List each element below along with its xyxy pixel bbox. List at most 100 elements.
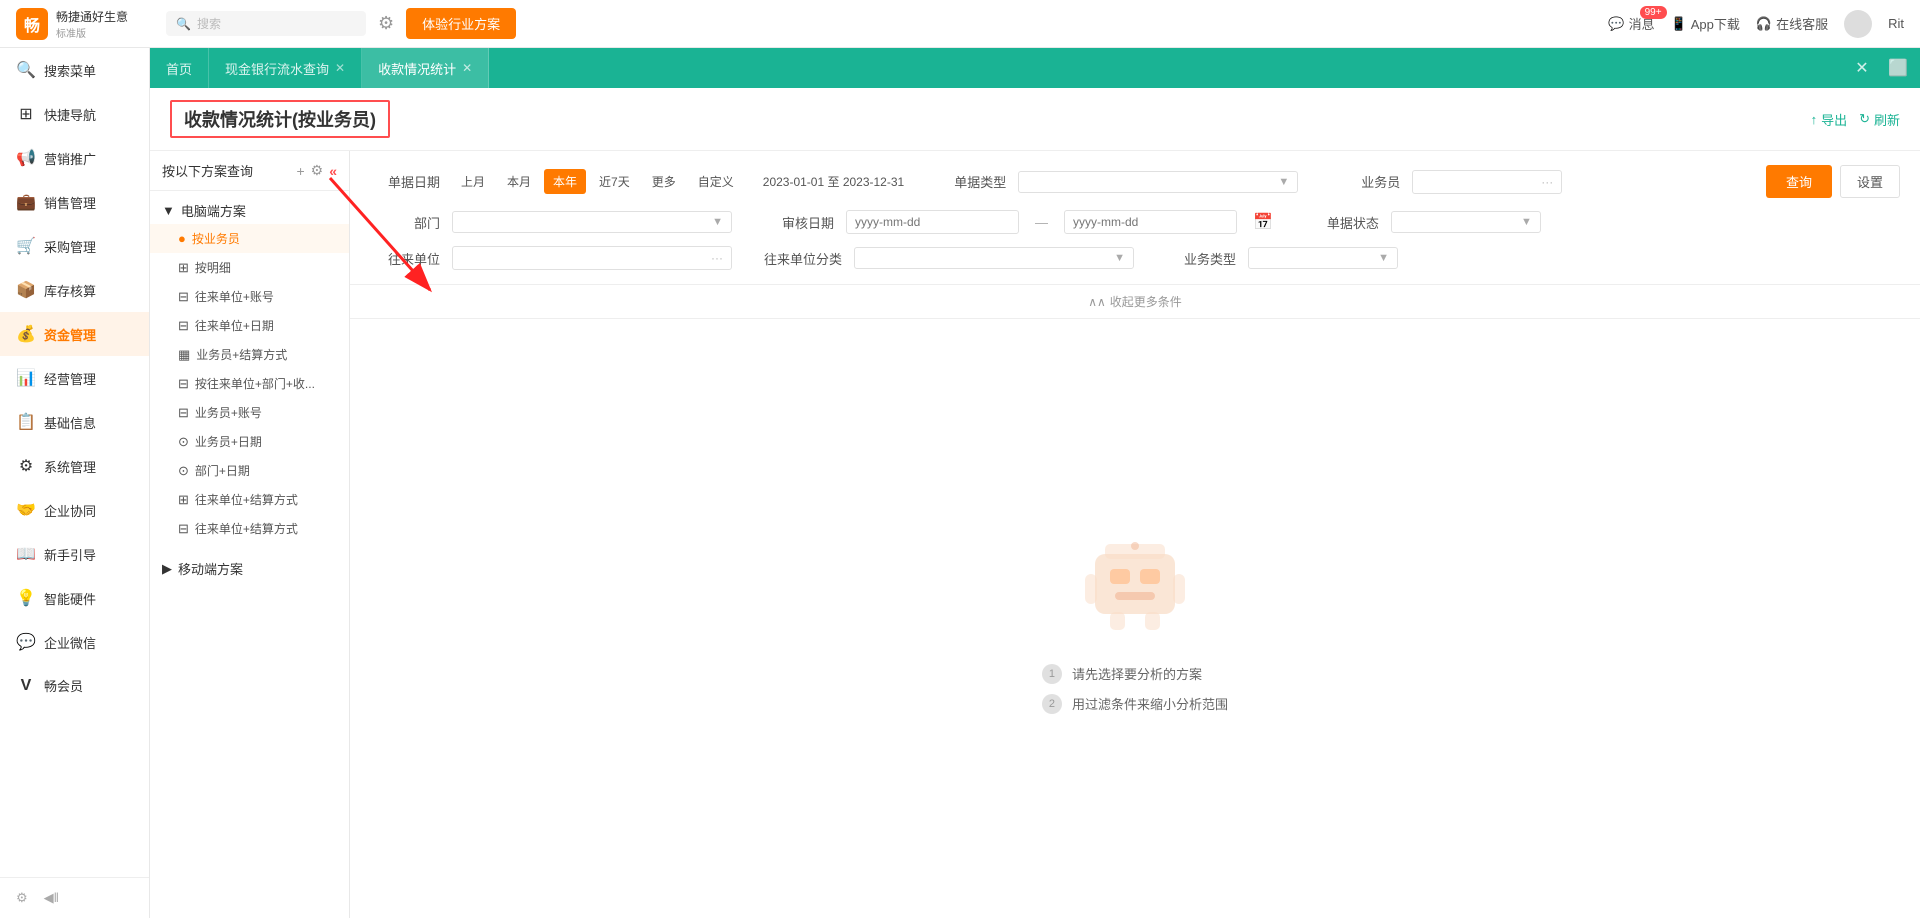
sidebar-item-quicknav[interactable]: ⊞ 快捷导航 bbox=[0, 92, 149, 136]
salesman-select[interactable]: ··· bbox=[1412, 170, 1562, 194]
sidebar-label-wechat: 企业微信 bbox=[44, 633, 96, 652]
partner-settle2-icon: ⊟ bbox=[178, 521, 189, 537]
scheme-item-detail[interactable]: ⊞ 按明细 bbox=[150, 253, 349, 282]
sidebar-item-wechat[interactable]: 💬 企业微信 bbox=[0, 620, 149, 664]
sidebar-item-marketing[interactable]: 📢 营销推广 bbox=[0, 136, 149, 180]
calendar-icon[interactable]: 📅 bbox=[1249, 212, 1277, 232]
step-num-1: 1 bbox=[1042, 664, 1062, 684]
review-date-from[interactable] bbox=[846, 210, 1019, 234]
sidebar-item-finance[interactable]: 💰 资金管理 bbox=[0, 312, 149, 356]
refresh-button[interactable]: ↻ 刷新 bbox=[1859, 110, 1900, 129]
tab-bar: 首页 现金银行流水查询 ✕ 收款情况统计 ✕ ✕ ⬜ bbox=[150, 48, 1920, 88]
sidebar-item-hardware[interactable]: 💡 智能硬件 bbox=[0, 576, 149, 620]
refresh-icon: ↻ bbox=[1859, 111, 1870, 127]
empty-step-1: 1 请先选择要分析的方案 bbox=[1042, 664, 1228, 684]
search-icon: 🔍 bbox=[176, 17, 191, 31]
sidebar-item-vip[interactable]: V 畅会员 bbox=[0, 664, 149, 707]
sidebar-item-purchase[interactable]: 🛒 采购管理 bbox=[0, 224, 149, 268]
scheme-mobile-title[interactable]: ▶ 移动端方案 bbox=[150, 555, 349, 582]
page-title: 收款情况统计(按业务员) bbox=[184, 110, 376, 130]
detail-icon: ⊞ bbox=[178, 260, 189, 276]
filter-btn-group: 查询 设置 bbox=[1766, 165, 1900, 198]
collapse-sidebar-icon[interactable]: ◀‖ bbox=[44, 890, 59, 906]
date-tab-this-month[interactable]: 本月 bbox=[498, 169, 540, 194]
date-tab-this-year[interactable]: 本年 bbox=[544, 169, 586, 194]
message-icon: 💬 bbox=[1608, 16, 1624, 32]
app-download-button[interactable]: 📱 App下载 bbox=[1671, 14, 1740, 33]
scheme-item-salesman-settle[interactable]: ▦ 业务员+结算方式 bbox=[150, 340, 349, 369]
customer-select[interactable]: ··· bbox=[452, 246, 732, 270]
date-tab-custom[interactable]: 自定义 bbox=[689, 169, 743, 194]
partner-account-icon: ⊟ bbox=[178, 289, 189, 305]
tab-maximize[interactable]: ⬜ bbox=[1884, 54, 1912, 82]
gear-icon[interactable]: ⚙ bbox=[378, 13, 394, 34]
sidebar-item-collab[interactable]: 🤝 企业协同 bbox=[0, 488, 149, 532]
scheme-panel: 按以下方案查询 + ⚙ « ▼ 电脑端方案 bbox=[150, 151, 350, 918]
sidebar-item-basic[interactable]: 📋 基础信息 bbox=[0, 400, 149, 444]
salesman-more[interactable]: ··· bbox=[1541, 175, 1553, 189]
export-button[interactable]: ↑ 导出 bbox=[1811, 110, 1848, 129]
user-label[interactable]: Rit bbox=[1888, 16, 1904, 31]
chevron-right-icon: ▶ bbox=[162, 561, 172, 577]
setting-button[interactable]: 设置 bbox=[1840, 165, 1900, 198]
sidebar-item-search[interactable]: 🔍 搜索菜单 bbox=[0, 48, 149, 92]
sidebar-label-vip: 畅会员 bbox=[44, 676, 83, 695]
sidebar-label-search: 搜索菜单 bbox=[44, 61, 96, 80]
search-bar[interactable]: 🔍 搜索 bbox=[166, 11, 366, 36]
scheme-item-partner-dept[interactable]: ⊟ 按往来单位+部门+收... bbox=[150, 369, 349, 398]
sidebar-item-inventory[interactable]: 📦 库存核算 bbox=[0, 268, 149, 312]
review-date-label: 审核日期 bbox=[764, 213, 834, 232]
tab-collection-stat[interactable]: 收款情况统计 ✕ bbox=[362, 48, 489, 88]
scheme-item-salesman[interactable]: ● 按业务员 bbox=[150, 224, 349, 253]
collab-icon: 🤝 bbox=[16, 500, 36, 520]
query-button[interactable]: 查询 bbox=[1766, 165, 1832, 198]
sidebar-item-sales[interactable]: 💼 销售管理 bbox=[0, 180, 149, 224]
scheme-collapse-button[interactable]: « bbox=[329, 163, 337, 179]
doc-status-select[interactable]: ▼ bbox=[1391, 211, 1541, 233]
filter-row-3: 往来单位 ··· 往来单位分类 ▼ 业务类型 bbox=[370, 246, 1900, 270]
customer-category-select[interactable]: ▼ bbox=[854, 247, 1134, 269]
dept-select[interactable]: ▼ bbox=[452, 211, 732, 233]
scheme-item-salesman-acct[interactable]: ⊟ 业务员+账号 bbox=[150, 398, 349, 427]
sidebar-bottom: ⚙ ◀‖ bbox=[0, 877, 149, 918]
scheme-panel-header-actions: + ⚙ « bbox=[296, 162, 337, 179]
review-date-to[interactable] bbox=[1064, 210, 1237, 234]
empty-illustration bbox=[1075, 524, 1195, 644]
doc-type-select[interactable]: ▼ bbox=[1018, 171, 1298, 193]
scheme-item-partner-date[interactable]: ⊟ 往来单位+日期 bbox=[150, 311, 349, 340]
scheme-add-button[interactable]: + bbox=[296, 163, 304, 179]
collapse-button[interactable]: ∧∧ 收起更多条件 bbox=[1088, 293, 1182, 310]
scheme-gear-button[interactable]: ⚙ bbox=[311, 162, 324, 179]
biz-type-select[interactable]: ▼ bbox=[1248, 247, 1398, 269]
active-scheme-icon: ● bbox=[178, 231, 186, 246]
page-header-actions: ↑ 导出 ↻ 刷新 bbox=[1811, 110, 1900, 129]
trial-button[interactable]: 体验行业方案 bbox=[406, 8, 516, 39]
sidebar-item-operation[interactable]: 📊 经营管理 bbox=[0, 356, 149, 400]
scheme-item-salesman-date[interactable]: ⊙ 业务员+日期 bbox=[150, 427, 349, 456]
date-tab-more[interactable]: 更多 bbox=[643, 169, 685, 194]
scheme-item-partner-account[interactable]: ⊟ 往来单位+账号 bbox=[150, 282, 349, 311]
dept-dropdown-icon: ▼ bbox=[712, 216, 723, 228]
phone-icon: 📱 bbox=[1671, 16, 1687, 32]
date-tab-7days[interactable]: 近7天 bbox=[590, 169, 639, 194]
user-avatar[interactable] bbox=[1844, 10, 1872, 38]
scheme-item-partner-settle1[interactable]: ⊞ 往来单位+结算方式 bbox=[150, 485, 349, 514]
message-button[interactable]: 💬 消息 99+ bbox=[1608, 14, 1654, 33]
sidebar-label-guide: 新手引导 bbox=[44, 545, 96, 564]
settings-bottom-icon[interactable]: ⚙ bbox=[16, 890, 28, 906]
sidebar-item-system[interactable]: ⚙ 系统管理 bbox=[0, 444, 149, 488]
tab-collection-stat-close[interactable]: ✕ bbox=[462, 61, 472, 75]
tab-collection-stat-label: 收款情况统计 bbox=[378, 59, 456, 78]
online-service-button[interactable]: 🎧 在线客服 bbox=[1756, 14, 1828, 33]
customer-more[interactable]: ··· bbox=[711, 251, 723, 265]
tab-home[interactable]: 首页 bbox=[150, 48, 209, 88]
scheme-item-dept-date[interactable]: ⊙ 部门+日期 bbox=[150, 456, 349, 485]
tab-close-all[interactable]: ✕ bbox=[1848, 54, 1876, 82]
sidebar-item-guide[interactable]: 📖 新手引导 bbox=[0, 532, 149, 576]
tab-bank-flow[interactable]: 现金银行流水查询 ✕ bbox=[209, 48, 362, 88]
scheme-item-partner-settle2[interactable]: ⊟ 往来单位+结算方式 bbox=[150, 514, 349, 543]
tab-bank-flow-close[interactable]: ✕ bbox=[335, 61, 345, 75]
salesman-date-icon: ⊙ bbox=[178, 434, 189, 450]
date-tab-last-month[interactable]: 上月 bbox=[452, 169, 494, 194]
scheme-desktop-title[interactable]: ▼ 电脑端方案 bbox=[150, 197, 349, 224]
